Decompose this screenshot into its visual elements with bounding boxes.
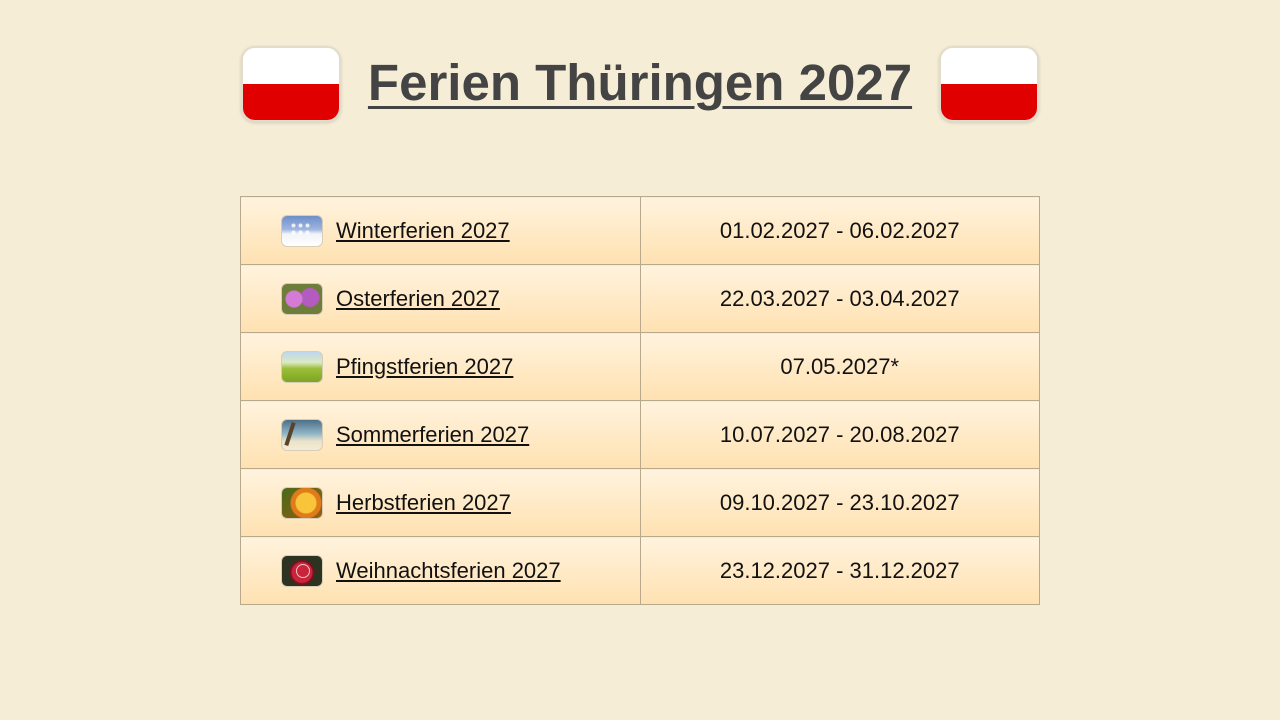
- autumn-leaf-icon: [281, 486, 323, 519]
- holiday-dates: 09.10.2027 - 23.10.2027: [639, 468, 1040, 537]
- holiday-dates: 07.05.2027*: [639, 332, 1040, 401]
- holiday-dates: 01.02.2027 - 06.02.2027: [639, 196, 1040, 265]
- christmas-ornament-icon: [281, 554, 323, 587]
- flag-icon-left: [241, 46, 341, 122]
- table-row: Osterferien 2027 22.03.2027 - 03.04.2027: [240, 264, 1040, 333]
- table-row: Sommerferien 2027 10.07.2027 - 20.08.202…: [240, 400, 1040, 469]
- holiday-dates: 10.07.2027 - 20.08.2027: [639, 400, 1040, 469]
- holiday-table: Winterferien 2027 01.02.2027 - 06.02.202…: [240, 196, 1040, 605]
- holiday-dates: 23.12.2027 - 31.12.2027: [639, 536, 1040, 605]
- flowers-icon: [281, 282, 323, 315]
- flag-icon-right: [939, 46, 1039, 122]
- holiday-name-cell: Sommerferien 2027: [240, 400, 641, 469]
- meadow-icon: [281, 350, 323, 383]
- holiday-name-cell: Winterferien 2027: [240, 196, 641, 265]
- holiday-link-sommerferien[interactable]: Sommerferien 2027: [336, 422, 529, 448]
- flag-white-stripe: [243, 48, 339, 84]
- table-row: Pfingstferien 2027 07.05.2027*: [240, 332, 1040, 401]
- table-row: Weihnachtsferien 2027 23.12.2027 - 31.12…: [240, 536, 1040, 605]
- beach-palm-icon: [281, 418, 323, 451]
- holiday-name-cell: Osterferien 2027: [240, 264, 641, 333]
- table-row: Herbstferien 2027 09.10.2027 - 23.10.202…: [240, 468, 1040, 537]
- holiday-link-winterferien[interactable]: Winterferien 2027: [336, 218, 510, 244]
- holiday-link-osterferien[interactable]: Osterferien 2027: [336, 286, 500, 312]
- holiday-name-cell: Weihnachtsferien 2027: [240, 536, 641, 605]
- holiday-name-cell: Pfingstferien 2027: [240, 332, 641, 401]
- holiday-link-pfingstferien[interactable]: Pfingstferien 2027: [336, 354, 513, 380]
- flag-red-stripe: [941, 84, 1037, 120]
- holiday-name-cell: Herbstferien 2027: [240, 468, 641, 537]
- holiday-link-weihnachtsferien[interactable]: Weihnachtsferien 2027: [336, 558, 561, 584]
- table-row: Winterferien 2027 01.02.2027 - 06.02.202…: [240, 196, 1040, 265]
- winter-snow-icon: [281, 214, 323, 247]
- flag-white-stripe: [941, 48, 1037, 84]
- holiday-link-herbstferien[interactable]: Herbstferien 2027: [336, 490, 511, 516]
- holiday-dates: 22.03.2027 - 03.04.2027: [639, 264, 1040, 333]
- flag-red-stripe: [243, 84, 339, 120]
- page-title[interactable]: Ferien Thüringen 2027: [340, 52, 940, 114]
